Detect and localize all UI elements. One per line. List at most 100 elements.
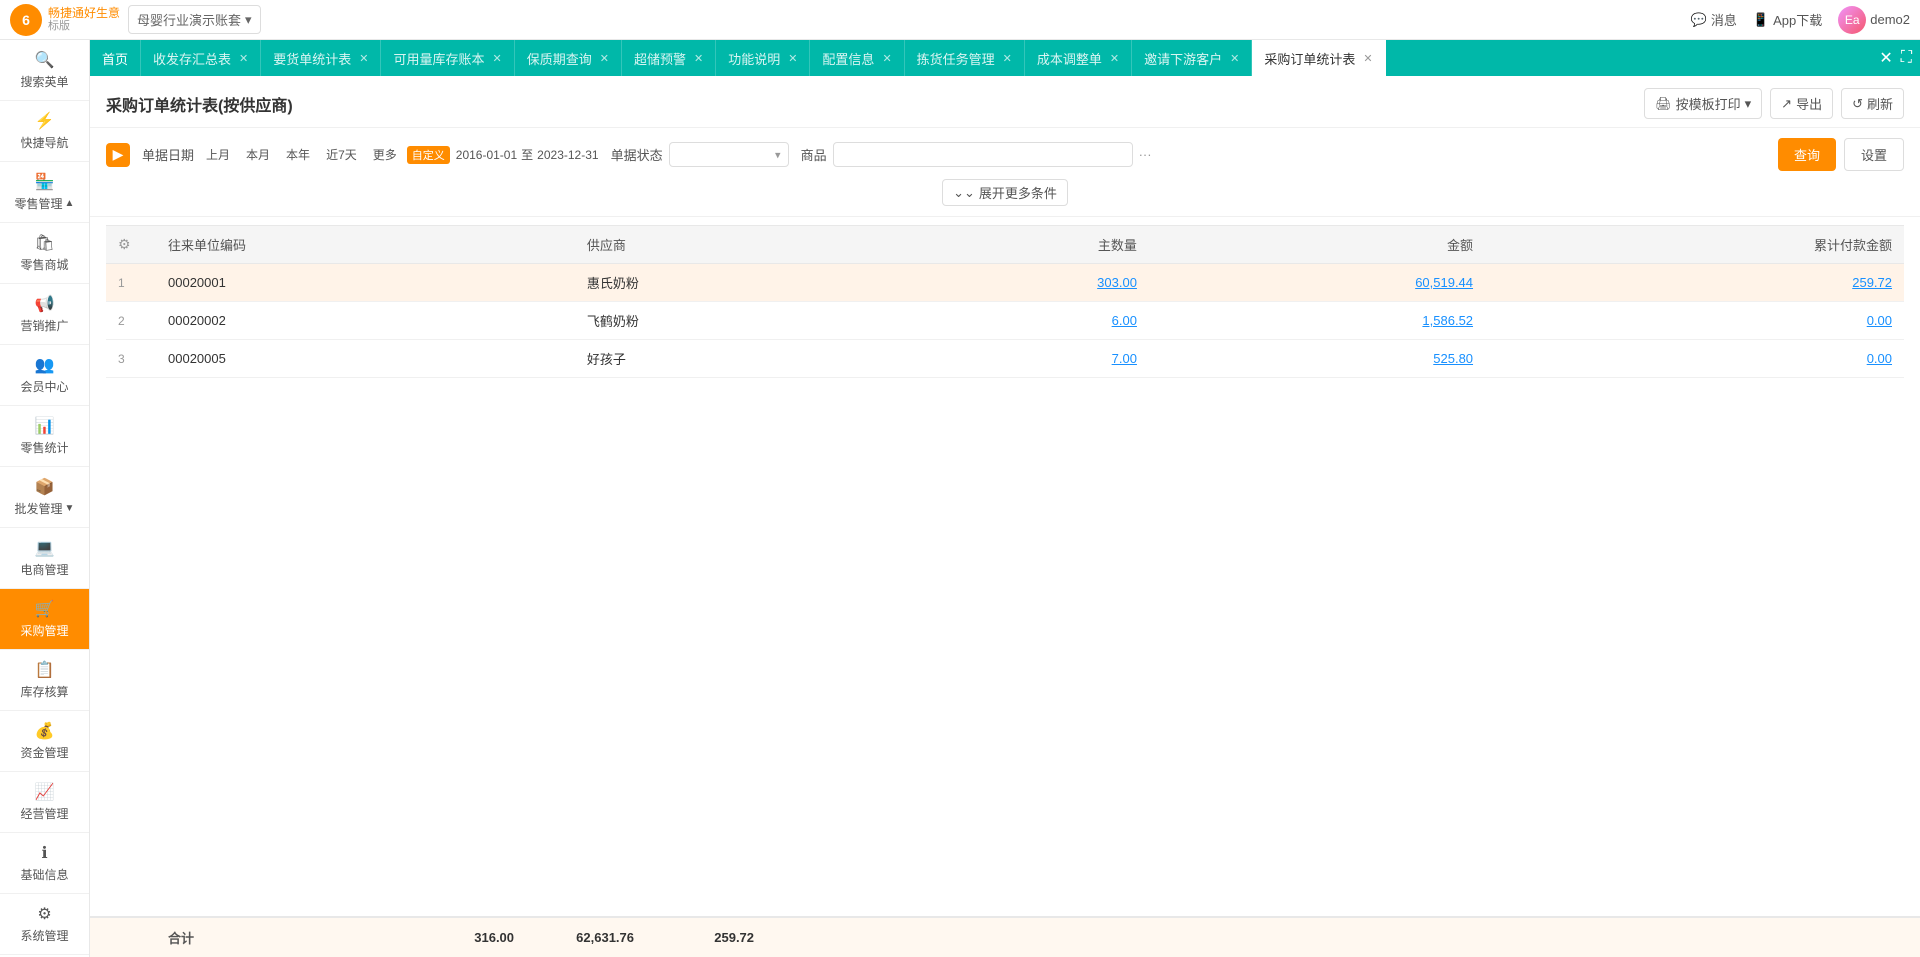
filter-row-1: ▶ 单据日期 上月 本月 本年 近7天 更多 自定义: [106, 138, 1904, 171]
table-row: 3 00020005 好孩子 7.00 525.80 0.00: [106, 340, 1904, 378]
page-inner: 采购订单统计表(按供应商) 🖨 按模板打印 ▾ ↗ 导出 ↺: [90, 76, 1920, 916]
app-download-button[interactable]: 📱 App下载: [1753, 10, 1822, 29]
tab-close-icon[interactable]: ✕: [1110, 52, 1119, 65]
tab-order-summary[interactable]: 要货单统计表 ✕: [261, 40, 381, 76]
chevron-down-icon: ▲: [65, 198, 75, 209]
close-tab-button[interactable]: ✕: [1879, 48, 1892, 68]
table-row: 2 00020002 飞鹤奶粉 6.00 1,586.52 0.00: [106, 302, 1904, 340]
shortcut-last-month[interactable]: 上月: [200, 144, 236, 165]
sidebar-item-retail-mall[interactable]: 🛍 零售商城: [0, 223, 89, 284]
sidebar-item-search[interactable]: 🔍 搜索英单: [0, 40, 89, 101]
sidebar-item-wholesale[interactable]: 📦 批发管理 ▼: [0, 467, 89, 528]
tab-close-icon[interactable]: ✕: [493, 52, 502, 65]
shortcut-more[interactable]: 更多: [367, 144, 403, 165]
tab-close-icon[interactable]: ✕: [1363, 52, 1372, 65]
status-select[interactable]: [669, 142, 789, 167]
table-body: 1 00020001 惠氏奶粉 303.00 60,519.44 259.72 …: [106, 264, 1904, 378]
page-title: 采购订单统计表(按供应商): [106, 92, 293, 116]
shortcut-7days[interactable]: 近7天: [320, 144, 363, 165]
cell-amount[interactable]: 60,519.44: [1149, 264, 1485, 302]
sidebar-item-purchase-mgmt[interactable]: 🛒 采购管理: [0, 589, 89, 650]
chevron-down-icon: ▼: [65, 503, 75, 514]
tab-invite-customer[interactable]: 邀请下游客户 ✕: [1132, 40, 1252, 76]
export-button[interactable]: ↗ 导出: [1770, 88, 1833, 119]
tab-close-icon[interactable]: ✕: [1230, 52, 1239, 65]
cell-unit-code: 00020001: [156, 264, 575, 302]
cell-paid-amount[interactable]: 0.00: [1485, 302, 1904, 340]
sidebar-item-retail-stats[interactable]: 📊 零售统计: [0, 406, 89, 467]
export-icon: ↗: [1781, 96, 1792, 112]
tab-purchase-stats[interactable]: 采购订单统计表 ✕: [1252, 40, 1385, 76]
user-profile[interactable]: Ea demo2: [1838, 6, 1910, 34]
tab-close-icon[interactable]: ✕: [882, 52, 891, 65]
cell-paid-amount[interactable]: 0.00: [1485, 340, 1904, 378]
shortcut-this-year[interactable]: 本年: [280, 144, 316, 165]
mall-icon: 🛍: [34, 233, 54, 253]
expand-more-button[interactable]: ⌄⌄ 展开更多条件: [942, 179, 1068, 206]
filter-row-2: ⌄⌄ 展开更多条件: [106, 179, 1904, 206]
cell-main-qty[interactable]: 303.00: [887, 264, 1149, 302]
cell-paid-amount[interactable]: 259.72: [1485, 264, 1904, 302]
chevron-down-icon: ▾: [1745, 96, 1752, 112]
sidebar-item-retail-mgmt[interactable]: 🏪 零售管理 ▲: [0, 162, 89, 223]
message-button[interactable]: 💬 消息: [1691, 10, 1737, 29]
sidebar-item-member-center[interactable]: 👥 会员中心: [0, 345, 89, 406]
avatar: Ea: [1838, 6, 1866, 34]
more-options-icon[interactable]: ···: [1139, 147, 1152, 162]
sidebar-item-finance[interactable]: 💰 资金管理: [0, 711, 89, 772]
tab-close-icon[interactable]: ✕: [600, 52, 609, 65]
tab-available-stock[interactable]: 可用量库存账本 ✕: [381, 40, 514, 76]
date-filter-field: 单据日期 上月 本月 本年 近7天 更多 自定义 2016-01-01: [142, 144, 599, 165]
shortcut-this-month[interactable]: 本月: [240, 144, 276, 165]
maximize-button[interactable]: ⛶: [1901, 49, 1912, 67]
store-icon: 🏪: [35, 172, 55, 192]
cell-supplier: 好孩子: [575, 340, 887, 378]
th-main-qty: 主数量: [887, 226, 1149, 264]
sidebar-item-operations[interactable]: 📈 经营管理: [0, 772, 89, 833]
cell-main-qty[interactable]: 6.00: [887, 302, 1149, 340]
table-row: 1 00020001 惠氏奶粉 303.00 60,519.44 259.72: [106, 264, 1904, 302]
tab-close-icon[interactable]: ✕: [694, 52, 703, 65]
top-bar: 6 畅捷通好生意 标版 母婴行业演示账套 ▾ 💬 消息 📱 App下载 Ea d…: [0, 0, 1920, 40]
tab-overstock-warning[interactable]: 超储预警 ✕: [622, 40, 716, 76]
tab-cost-adjust[interactable]: 成本调整单 ✕: [1025, 40, 1132, 76]
sidebar-item-inventory[interactable]: 📋 库存核算: [0, 650, 89, 711]
tab-close-icon[interactable]: ✕: [239, 52, 248, 65]
filter-toggle-button[interactable]: ▶: [106, 143, 130, 167]
sidebar-item-ecommerce[interactable]: 💻 电商管理: [0, 528, 89, 589]
tab-config-info[interactable]: 配置信息 ✕: [810, 40, 904, 76]
tab-home[interactable]: 首页: [90, 40, 141, 76]
cell-amount[interactable]: 525.80: [1149, 340, 1485, 378]
sidebar: 🔍 搜索英单 ⚡ 快捷导航 🏪 零售管理 ▲ 🛍 零售商城 📢 营销推广 👥 会…: [0, 40, 90, 957]
sidebar-item-basic-info[interactable]: ℹ 基础信息: [0, 833, 89, 894]
print-button[interactable]: 🖨 按模板打印 ▾: [1644, 88, 1762, 119]
th-unit-code: 往来单位编码: [156, 226, 575, 264]
goods-input[interactable]: [833, 142, 1133, 167]
tab-picking-task[interactable]: 拣货任务管理 ✕: [905, 40, 1025, 76]
gear-icon: ⚙: [37, 904, 51, 924]
cart-icon: 🛒: [35, 599, 55, 619]
tab-receive-summary[interactable]: 收发存汇总表 ✕: [141, 40, 261, 76]
column-settings-icon[interactable]: ⚙: [118, 236, 131, 252]
query-button[interactable]: 查询: [1778, 138, 1836, 171]
sidebar-item-marketing[interactable]: 📢 营销推广: [0, 284, 89, 345]
sidebar-item-system[interactable]: ⚙ 系统管理: [0, 894, 89, 955]
tab-expiry-query[interactable]: 保质期查询 ✕: [515, 40, 622, 76]
tab-close-icon[interactable]: ✕: [788, 52, 797, 65]
workspace-selector[interactable]: 母婴行业演示账套 ▾: [128, 5, 261, 34]
clipboard-icon: 📋: [35, 660, 55, 680]
cell-amount[interactable]: 1,586.52: [1149, 302, 1485, 340]
cell-main-qty[interactable]: 7.00: [887, 340, 1149, 378]
tab-function-guide[interactable]: 功能说明 ✕: [716, 40, 810, 76]
trending-icon: 📈: [35, 782, 55, 802]
cell-unit-code: 00020002: [156, 302, 575, 340]
chart-icon: 📊: [35, 416, 55, 436]
tab-close-icon[interactable]: ✕: [359, 52, 368, 65]
page-header-actions: 🖨 按模板打印 ▾ ↗ 导出 ↺ 刷新: [1644, 88, 1904, 119]
tab-close-icon[interactable]: ✕: [1003, 52, 1012, 65]
footer-cells: 316.00 62,631.76 259.72: [206, 930, 1904, 945]
settings-button[interactable]: 设置: [1844, 138, 1904, 171]
status-select-wrapper: [669, 142, 789, 167]
refresh-button[interactable]: ↺ 刷新: [1841, 88, 1904, 119]
sidebar-item-quick-nav[interactable]: ⚡ 快捷导航: [0, 101, 89, 162]
